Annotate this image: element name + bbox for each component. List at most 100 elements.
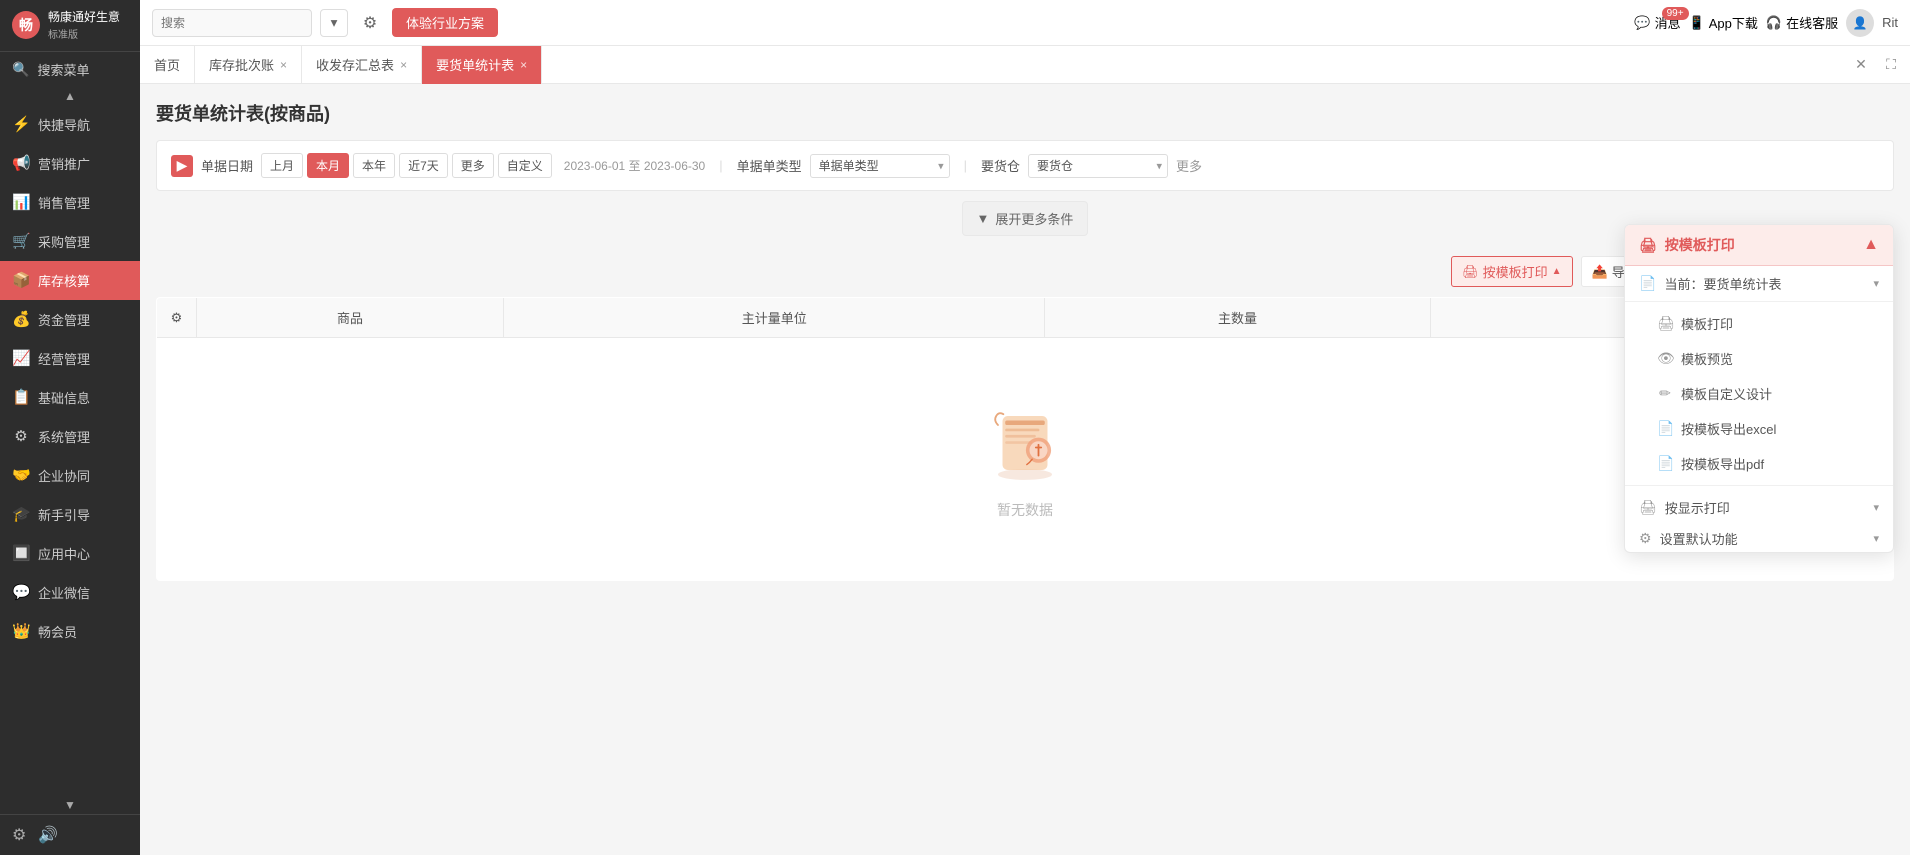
global-search-input[interactable] [152, 9, 312, 37]
sidebar-item-member[interactable]: 👑 畅会员 [0, 612, 140, 651]
col-settings[interactable]: ⚙ [157, 298, 197, 338]
current-template-icon: 📄 [1639, 275, 1656, 292]
tab-collect-summary[interactable]: 收发存汇总表 × [302, 46, 422, 84]
expand-conditions-btn[interactable]: ▼ 展开更多条件 [962, 201, 1089, 236]
settings-icon[interactable]: ⚙ [12, 825, 26, 845]
sidebar-item-label: 销售管理 [38, 193, 90, 212]
print-dropdown-close-btn[interactable]: ▲ [1863, 236, 1879, 254]
marketing-icon: 📢 [12, 154, 30, 172]
default-func-label: 设置默认功能 [1660, 529, 1738, 548]
template-excel-icon: 📄 [1657, 420, 1673, 437]
app-edition: 标准版 [48, 26, 120, 41]
tab-order-close[interactable]: × [520, 59, 527, 71]
filter-toggle-btn[interactable]: ▶ [171, 155, 193, 177]
user-avatar[interactable]: 👤 [1846, 9, 1874, 37]
sidebar-item-label: 应用中心 [38, 544, 90, 563]
basic-icon: 📋 [12, 388, 30, 406]
tab-collect-close[interactable]: × [400, 59, 407, 71]
date-btn-custom[interactable]: 自定义 [498, 153, 552, 178]
message-btn[interactable]: 💬 消息 99+ [1634, 13, 1680, 32]
sidebar-item-inventory[interactable]: 📦 库存核算 [0, 261, 140, 300]
online-service-btn[interactable]: 🎧 在线客服 [1766, 13, 1838, 32]
scroll-up-btn[interactable]: ▲ [0, 87, 140, 105]
template-pdf-item[interactable]: 📄 按模板导出pdf [1625, 446, 1893, 481]
print-template-btn[interactable]: 🖨 按模板打印 ▲ [1451, 256, 1572, 287]
date-btn-more[interactable]: 更多 [452, 153, 494, 178]
cost-select-wrap: 要货仓 [1028, 154, 1168, 178]
sidebar-item-newbie[interactable]: 🎓 新手引导 [0, 495, 140, 534]
divider-2 [1625, 485, 1893, 486]
template-pdf-icon: 📄 [1657, 455, 1673, 472]
tab-home[interactable]: 首页 [140, 46, 195, 84]
col-quantity: 主数量 [1045, 298, 1430, 338]
expand-icon: ▼ [977, 211, 990, 226]
scroll-down-btn[interactable]: ▼ [0, 796, 140, 814]
inventory-icon: 📦 [12, 271, 30, 289]
print-dropdown-header: 🖨 按模板打印 ▲ [1625, 225, 1893, 266]
app-icon: 📱 [1689, 15, 1705, 31]
template-preview-label: 模板预览 [1681, 349, 1733, 368]
search-dropdown-btn[interactable]: ▾ [320, 9, 348, 37]
date-range-display: 2023-06-01 至 2023-06-30 [564, 157, 705, 174]
sales-icon: 📊 [12, 193, 30, 211]
tab-batch-account[interactable]: 库存批次账 × [195, 46, 302, 84]
sidebar-item-marketing[interactable]: 📢 营销推广 [0, 144, 140, 183]
expand-tab-btn[interactable]: ⛶ [1880, 54, 1902, 76]
sidebar-item-system[interactable]: ⚙ 系统管理 [0, 417, 140, 456]
print-btn-label: 按模板打印 [1483, 262, 1548, 281]
date-btn-7days[interactable]: 近7天 [399, 153, 448, 178]
sidebar-item-sales[interactable]: 📊 销售管理 [0, 183, 140, 222]
empty-illustration [980, 398, 1070, 488]
tab-order-stats[interactable]: 要货单统计表 × [422, 46, 542, 84]
col-product: 商品 [197, 298, 504, 338]
template-excel-item[interactable]: 📄 按模板导出excel [1625, 411, 1893, 446]
template-preview-icon: 👁 [1657, 350, 1673, 367]
type-select-wrap: 单据单类型 全部 要货单 [810, 154, 950, 178]
app-name: 畅康通好生意 [48, 10, 120, 26]
template-print-label: 模板打印 [1681, 314, 1733, 333]
tab-batch-close[interactable]: × [280, 59, 287, 71]
template-preview-item[interactable]: 👁 模板预览 [1625, 341, 1893, 376]
current-template-chevron: ▾ [1873, 277, 1879, 290]
sidebar-item-operations[interactable]: 📈 经营管理 [0, 339, 140, 378]
sidebar-item-label: 新手引导 [38, 505, 90, 524]
template-design-item[interactable]: ✏ 模板自定义设计 [1625, 376, 1893, 411]
sidebar-nav: ⚡ 快捷导航 📢 营销推广 📊 销售管理 🛒 采购管理 📦 库存核算 💰 资金管… [0, 105, 140, 796]
filter-more-btn[interactable]: 更多 [1176, 156, 1202, 175]
message-badge: 99+ [1662, 7, 1689, 20]
cost-select[interactable]: 要货仓 [1028, 154, 1168, 178]
header-gear-btn[interactable]: ⚙ [356, 9, 384, 37]
display-print-label: 按显示打印 [1665, 498, 1730, 517]
date-btn-this-year[interactable]: 本年 [353, 153, 395, 178]
close-tab-btn[interactable]: ✕ [1850, 54, 1872, 76]
quick-nav-icon: ⚡ [12, 115, 30, 133]
sidebar-item-label: 快捷导航 [38, 115, 90, 134]
display-print-chevron: ▾ [1873, 501, 1879, 514]
sidebar-item-quick-nav[interactable]: ⚡ 快捷导航 [0, 105, 140, 144]
sidebar-item-label: 企业微信 [38, 583, 90, 602]
sidebar-item-apps[interactable]: 🔲 应用中心 [0, 534, 140, 573]
filter-bar: ▶ 单据日期 上月 本月 本年 近7天 更多 自定义 2023-06-01 至 … [156, 140, 1894, 191]
sidebar-item-finance[interactable]: 💰 资金管理 [0, 300, 140, 339]
sidebar-item-wechat[interactable]: 💬 企业微信 [0, 573, 140, 612]
date-btn-last-month[interactable]: 上月 [261, 153, 303, 178]
display-print-section[interactable]: 🖨 按显示打印 ▾ [1625, 490, 1893, 521]
template-print-item[interactable]: 🖨 模板打印 [1625, 306, 1893, 341]
sidebar-item-label: 畅会员 [38, 622, 77, 641]
current-template-section[interactable]: 📄 当前：要货单统计表 ▾ [1625, 266, 1893, 297]
sidebar-item-enterprise[interactable]: 🤝 企业协同 [0, 456, 140, 495]
date-btn-this-month[interactable]: 本月 [307, 153, 349, 178]
default-func-section[interactable]: ⚙ 设置默认功能 ▾ [1625, 521, 1893, 552]
sidebar-item-label: 营销推广 [38, 154, 90, 173]
tab-batch-label: 库存批次账 [209, 55, 274, 74]
sidebar-search[interactable]: 🔍 搜索菜单 [0, 52, 140, 87]
sidebar-item-purchase[interactable]: 🛒 采购管理 [0, 222, 140, 261]
trial-btn[interactable]: 体验行业方案 [392, 8, 498, 37]
type-select[interactable]: 单据单类型 全部 要货单 [810, 154, 950, 178]
finance-icon: 💰 [12, 310, 30, 328]
sidebar-item-basic[interactable]: 📋 基础信息 [0, 378, 140, 417]
app-download-btn[interactable]: 📱 App下载 [1689, 13, 1758, 32]
username[interactable]: Rit [1882, 15, 1898, 30]
service-icon: 🎧 [1766, 15, 1782, 31]
audio-icon[interactable]: 🔊 [38, 825, 58, 845]
